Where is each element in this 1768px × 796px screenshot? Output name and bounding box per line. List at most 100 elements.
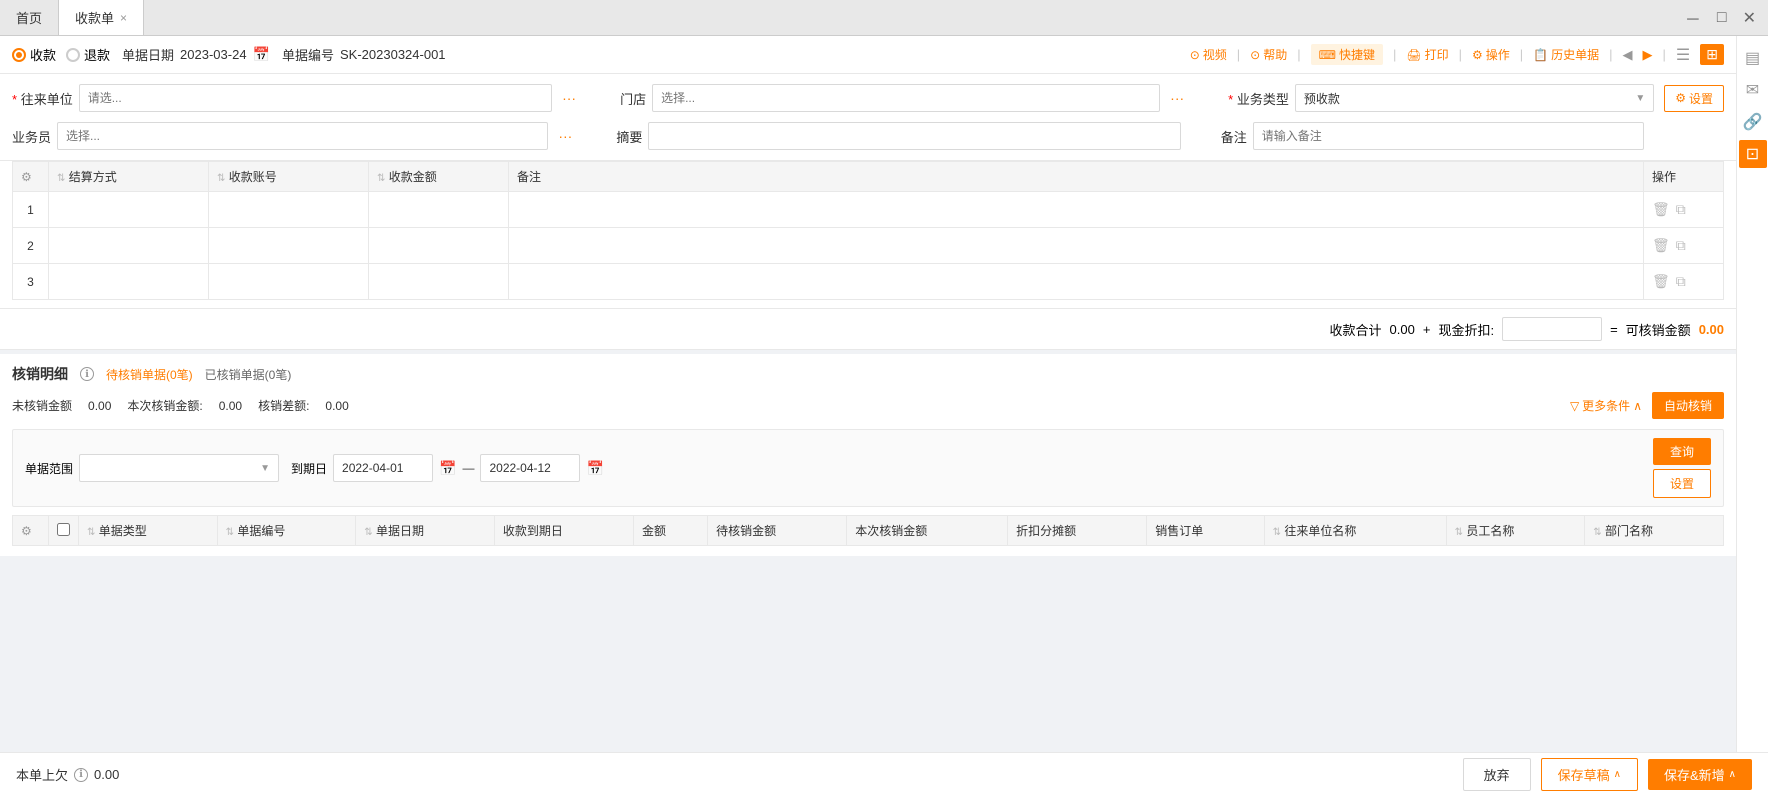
save-draft-arrow: ∧ [1614,769,1621,780]
date-value: 2023-03-24 [180,47,247,62]
current-value: 0.00 [219,399,242,413]
prev-next-label: 本单上欠 [16,765,68,784]
row1-copy-icon[interactable]: ⧉ [1676,201,1686,218]
filter-settings-button[interactable]: 设置 [1653,469,1711,498]
plus-sign: + [1423,322,1431,337]
counterparty-input[interactable] [79,84,552,112]
minimize-button[interactable]: － [1681,6,1705,30]
receipt-type-group: 收款 退款 [12,45,110,64]
refund-radio-circle [66,48,80,62]
staff-more-icon[interactable]: ··· [554,128,576,144]
business-type-select[interactable]: 预收款 ▼ [1295,84,1654,112]
history-link[interactable]: 📋 历史单据 [1533,46,1599,63]
bcol5: 金额 [642,524,666,538]
row1-delete-icon[interactable]: 🗑 [1652,201,1670,218]
summary-input[interactable] [648,122,1180,150]
receipt-radio[interactable]: 收款 [12,45,56,64]
table-row: 2 🗑 ⧉ [13,228,1724,264]
date-label: 单据日期 [122,45,174,64]
no-label: 单据编号 [282,45,334,64]
query-button[interactable]: 查询 [1653,438,1711,465]
sidebar-table-icon[interactable]: ▤ [1739,44,1767,72]
store-more-icon[interactable]: ··· [1166,90,1188,106]
staff-label: 业务员 [12,127,51,146]
refund-radio[interactable]: 退款 [66,45,110,64]
col-account: 收款账号 [229,170,277,184]
date-from-input[interactable] [333,454,433,482]
maximize-button[interactable]: □ [1713,9,1731,27]
divider4: | [1459,47,1462,62]
date-to-input[interactable] [480,454,580,482]
store-label: 门店 [620,89,646,108]
print-link[interactable]: 🖨 打印 [1406,46,1448,63]
prev-next-info-icon[interactable]: ℹ [74,768,88,782]
row2-delete-icon[interactable]: 🗑 [1652,237,1670,254]
date-from-calendar-icon[interactable]: 📅 [439,460,456,477]
table-settings-icon[interactable]: ⚙ [21,170,32,184]
discard-button[interactable]: 放弃 [1463,758,1531,791]
sidebar-expand-icon[interactable]: ⊡ [1739,140,1767,168]
discount-input[interactable] [1502,317,1602,341]
tab-home-label: 首页 [16,8,42,27]
staff-input[interactable] [57,122,548,150]
shortcut-link[interactable]: ⌨ 快捷键 [1311,44,1383,65]
close-button[interactable]: ✕ [1739,8,1760,28]
more-conditions-button[interactable]: ▽ 更多条件 ∧ [1570,397,1642,414]
nav-right-icon[interactable]: ▶ [1643,47,1653,63]
operations-link[interactable]: ⚙ 操作 [1472,46,1510,63]
form-row-1: * 往来单位 ··· 门店 ··· * [12,84,1724,112]
verify-stats: 未核销金额 0.00 本次核销金额: 0.00 核销差额: 0.00 ▽ 更多条… [12,392,1724,419]
refund-radio-label: 退款 [84,45,110,64]
date-to-calendar-icon[interactable]: 📅 [586,460,603,477]
bcol2: 单据编号 [237,524,285,538]
remark-input[interactable] [1253,122,1644,150]
row3-copy-icon[interactable]: ⧉ [1676,273,1686,290]
sidebar-link-icon[interactable]: 🔗 [1739,108,1767,136]
bottom-table-settings-icon[interactable]: ⚙ [21,524,32,538]
col-action: 操作 [1652,170,1676,184]
bcol11: 员工名称 [1466,524,1514,538]
table-row: 3 🗑 ⧉ [13,264,1724,300]
auto-verify-button[interactable]: 自动核销 [1652,392,1724,419]
counterparty-field: * 往来单位 ··· [12,84,580,112]
business-type-arrow: ▼ [1635,93,1645,104]
staff-field: 业务员 ··· [12,122,576,150]
filter-buttons: 查询 设置 [1653,438,1711,498]
help-link[interactable]: ⊙ 帮助 [1250,46,1287,63]
available-value: 0.00 [1699,322,1724,337]
tab-receipt[interactable]: 收款单 × [59,0,144,35]
save-new-arrow: ∧ [1729,769,1736,780]
business-type-field: * 业务类型 预收款 ▼ [1228,84,1654,112]
counterparty-more-icon[interactable]: ··· [558,90,580,106]
verify-info-icon[interactable]: ℹ [80,367,94,381]
date-calendar-icon[interactable]: 📅 [253,46,270,63]
col-amount: 收款金额 [389,170,437,184]
grid-view-icon[interactable]: ⊞ [1700,44,1724,65]
video-link[interactable]: ⊙ 视频 [1190,46,1227,63]
row2-copy-icon[interactable]: ⧉ [1676,237,1686,254]
counterparty-label: * 往来单位 [12,89,73,108]
divider5: | [1520,47,1523,62]
store-input[interactable] [652,84,1160,112]
done-tab[interactable]: 已核销单据(0笔) [205,366,292,383]
current-label: 本次核销金额: [127,397,202,414]
form-settings-button[interactable]: ⚙ 设置 [1664,85,1724,112]
tab-close-icon[interactable]: × [120,11,127,25]
save-new-button[interactable]: 保存&新增 ∧ [1648,759,1752,790]
range-select[interactable]: ▼ [79,454,279,482]
row3-delete-icon[interactable]: 🗑 [1652,273,1670,290]
select-all-checkbox[interactable] [57,523,70,536]
nav-left-icon[interactable]: ◀ [1623,47,1633,63]
top-toolbar: 收款 退款 单据日期 2023-03-24 📅 单据编号 SK-20230324… [0,36,1736,74]
chevron-up-icon: ∧ [1633,399,1642,413]
footer-info: 本单上欠 ℹ 0.00 [16,765,119,784]
col-settlement: 结算方式 [69,170,117,184]
footer: 本单上欠 ℹ 0.00 放弃 保存草稿 ∧ 保存&新增 ∧ [0,752,1768,796]
list-view-icon[interactable]: ☰ [1676,45,1690,65]
tab-home[interactable]: 首页 [0,0,59,35]
pending-tab[interactable]: 待核销单据(0笔) [106,366,193,383]
save-draft-button[interactable]: 保存草稿 ∧ [1541,758,1638,791]
sidebar-mail-icon[interactable]: ✉ [1739,76,1767,104]
tab-bar: 首页 收款单 × － □ ✕ [0,0,1768,36]
operations-icon: ⚙ [1472,48,1483,62]
